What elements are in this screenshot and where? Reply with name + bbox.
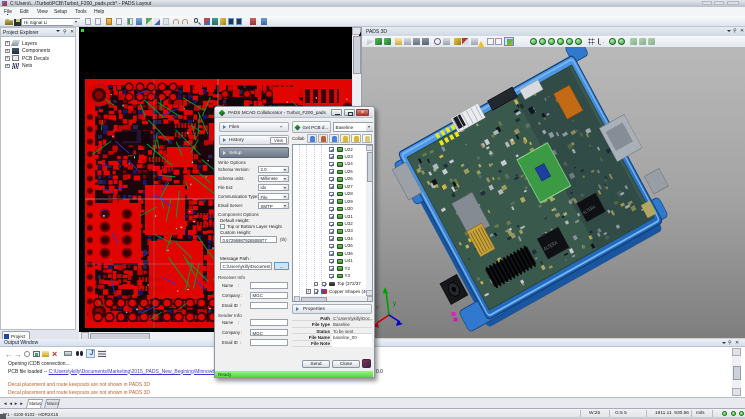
svg-text:y: y bbox=[393, 301, 396, 307]
svg-text:x: x bbox=[376, 305, 379, 311]
